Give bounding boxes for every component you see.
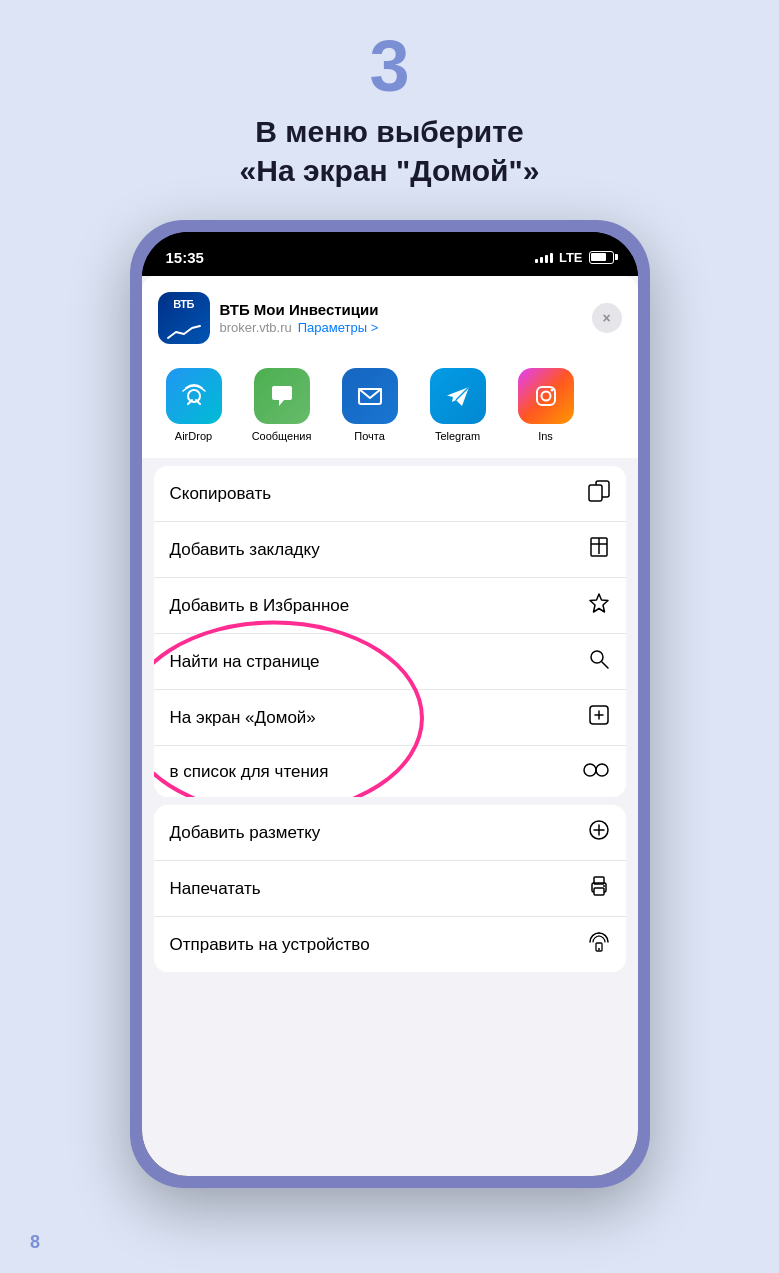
share-app-url: broker.vtb.ru <box>220 320 292 335</box>
copy-icon <box>588 480 610 507</box>
status-time: 15:35 <box>166 249 204 266</box>
signal-bars-icon <box>535 251 553 263</box>
airdrop-svg-icon <box>178 380 210 412</box>
phone-frame: 15:35 LTE <box>130 220 650 1188</box>
mail-label: Почта <box>354 430 385 442</box>
messages-label: Сообщения <box>252 430 312 442</box>
svg-rect-22 <box>594 888 604 895</box>
menu-item-home[interactable]: На экран «Домой» <box>154 690 626 746</box>
messages-svg-icon <box>266 380 298 412</box>
menu-item-bookmark[interactable]: Добавить закладку <box>154 522 626 578</box>
menu-item-find-label: Найти на странице <box>170 652 320 672</box>
reading-list-icon <box>582 760 610 783</box>
instagram-svg-icon <box>530 380 562 412</box>
share-header: ВТБ ВТБ Мои Инвестиции broker.vtb.ru Пар… <box>142 276 638 356</box>
svg-point-16 <box>584 764 596 776</box>
send-device-icon <box>588 931 610 958</box>
add-to-home-icon <box>588 704 610 731</box>
status-icons: LTE <box>535 250 614 265</box>
share-close-button[interactable]: × <box>592 303 622 333</box>
svg-point-4 <box>550 389 553 392</box>
menu-item-copy-label: Скопировать <box>170 484 272 504</box>
telegram-icon <box>430 368 486 424</box>
vtb-logo-text: ВТБ <box>173 298 194 310</box>
status-bar: 15:35 LTE <box>142 232 638 276</box>
svg-point-24 <box>603 885 605 887</box>
menu-item-favorites[interactable]: Добавить в Избранное <box>154 578 626 634</box>
share-icon-mail[interactable]: Почта <box>326 368 414 442</box>
menu-item-reading[interactable]: в список для чтения <box>154 746 626 797</box>
menu-item-print-label: Напечатать <box>170 879 261 899</box>
svg-rect-6 <box>589 485 602 501</box>
menu-item-send-device[interactable]: Отправить на устройство <box>154 917 626 972</box>
share-icon-instagram[interactable]: Ins <box>502 368 590 442</box>
menu-item-print[interactable]: Напечатать <box>154 861 626 917</box>
telegram-svg-icon <box>442 380 474 412</box>
menu-item-markup[interactable]: Добавить разметку <box>154 805 626 861</box>
menu-section-2: Добавить разметку Напечатать <box>154 805 626 972</box>
svg-marker-10 <box>590 594 608 612</box>
airdrop-label: AirDrop <box>175 430 212 442</box>
share-icon-airdrop[interactable]: AirDrop <box>150 368 238 442</box>
share-icon-telegram[interactable]: Telegram <box>414 368 502 442</box>
close-icon: × <box>602 310 610 326</box>
svg-point-17 <box>596 764 608 776</box>
step-title: В меню выберите«На экран "Домой"» <box>240 112 540 190</box>
vtb-chart-icon <box>166 324 202 340</box>
markup-icon <box>588 819 610 846</box>
svg-point-3 <box>541 392 550 401</box>
share-app-url-row: broker.vtb.ru Параметры > <box>220 320 582 335</box>
menu-item-bookmark-label: Добавить закладку <box>170 540 320 560</box>
menu-item-send-device-label: Отправить на устройство <box>170 935 370 955</box>
bookmark-icon <box>588 536 610 563</box>
vtb-app-icon: ВТБ <box>158 292 210 344</box>
menu-items-group: Скопировать Добавить закладку <box>154 466 626 797</box>
share-app-info: ВТБ Мои Инвестиции broker.vtb.ru Парамет… <box>220 301 582 335</box>
share-app-params[interactable]: Параметры > <box>298 320 379 335</box>
svg-point-0 <box>188 390 200 402</box>
menu-item-copy[interactable]: Скопировать <box>154 466 626 522</box>
menu-item-markup-label: Добавить разметку <box>170 823 321 843</box>
share-icons-row: AirDrop Сообщения <box>142 356 638 458</box>
airdrop-icon <box>166 368 222 424</box>
step-number: 3 <box>369 30 409 102</box>
instagram-label: Ins <box>538 430 553 442</box>
mail-svg-icon <box>354 380 386 412</box>
menu-item-home-label: На экран «Домой» <box>170 708 316 728</box>
lte-label: LTE <box>559 250 583 265</box>
svg-point-11 <box>591 651 603 663</box>
share-icon-messages[interactable]: Сообщения <box>238 368 326 442</box>
menu-item-reading-label: в список для чтения <box>170 762 329 782</box>
messages-icon <box>254 368 310 424</box>
menu-item-find[interactable]: Найти на странице <box>154 634 626 690</box>
svg-point-26 <box>598 948 600 950</box>
star-icon <box>588 592 610 619</box>
instagram-icon <box>518 368 574 424</box>
phone-content: ВТБ ВТБ Мои Инвестиции broker.vtb.ru Пар… <box>142 276 638 1176</box>
battery-icon <box>589 251 614 264</box>
print-icon <box>588 875 610 902</box>
telegram-label: Telegram <box>435 430 480 442</box>
share-app-row: ВТБ ВТБ Мои Инвестиции broker.vtb.ru Пар… <box>158 292 622 356</box>
search-icon <box>588 648 610 675</box>
phone-inner: 15:35 LTE <box>142 232 638 1176</box>
svg-line-12 <box>602 662 608 668</box>
page-container: 3 В меню выберите«На экран "Домой"» 15:3… <box>0 0 779 1273</box>
mail-icon <box>342 368 398 424</box>
menu-item-favorites-label: Добавить в Избранное <box>170 596 350 616</box>
page-number: 8 <box>30 1232 40 1253</box>
menu-section-1: Скопировать Добавить закладку <box>154 466 626 797</box>
share-app-name: ВТБ Мои Инвестиции <box>220 301 582 318</box>
